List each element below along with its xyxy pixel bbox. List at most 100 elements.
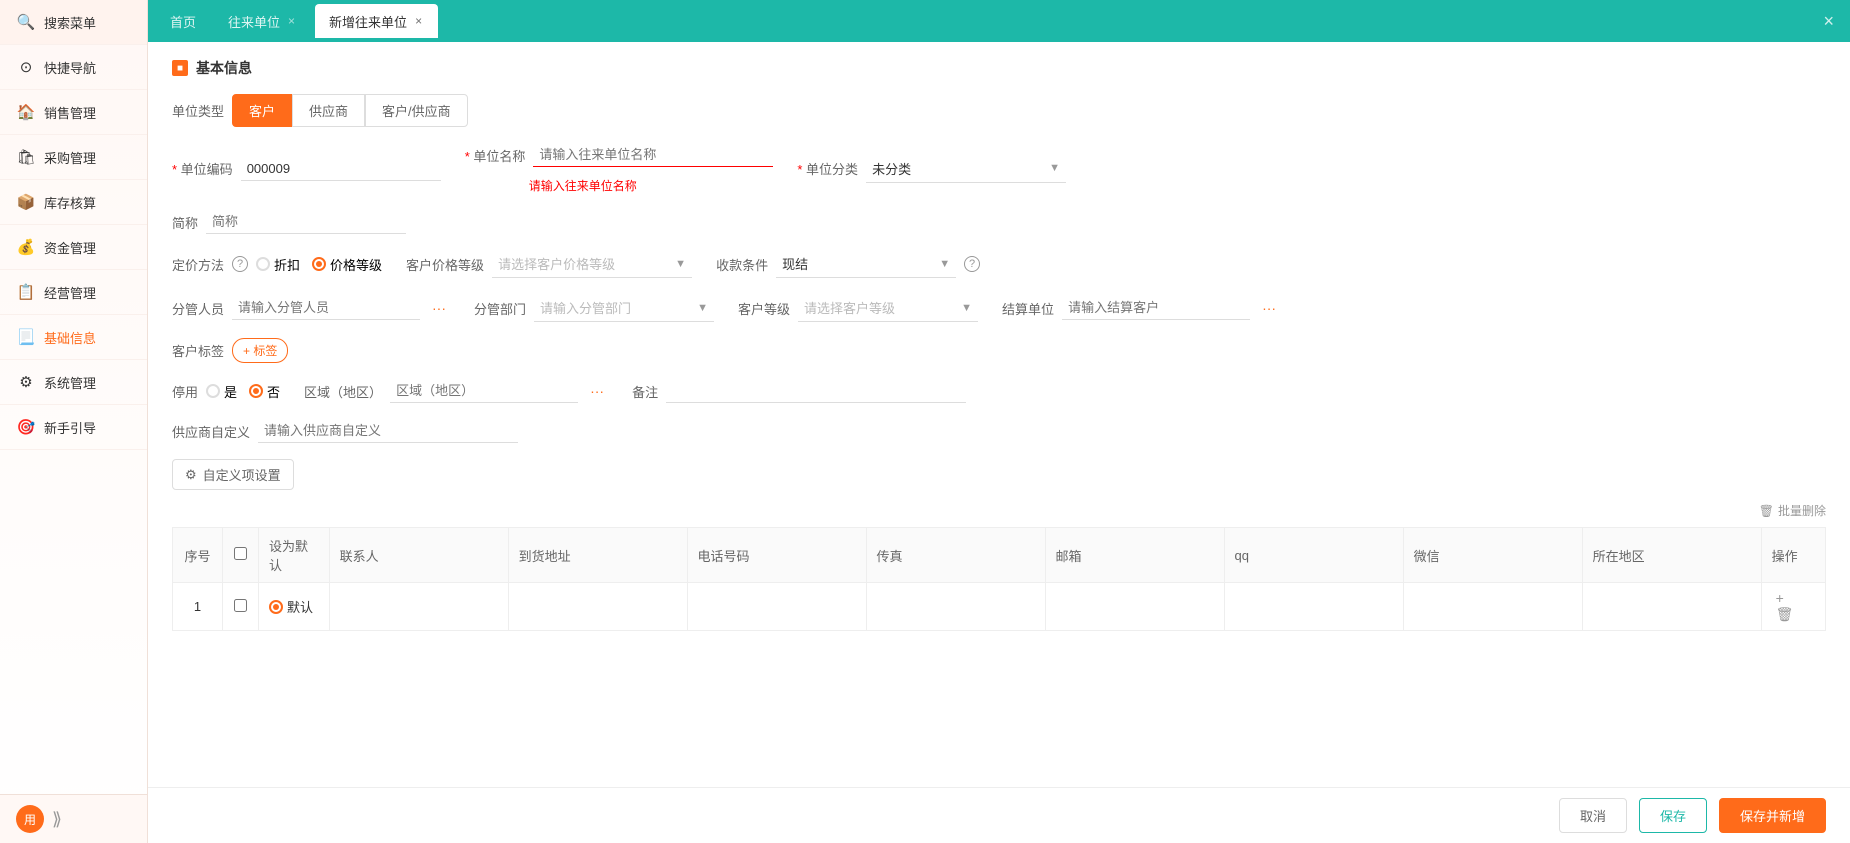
tab-partners[interactable]: 往来单位 × [214, 4, 311, 38]
manager-more-icon[interactable]: ··· [428, 300, 450, 316]
tab-partners-close[interactable]: × [286, 12, 297, 30]
manager-group: 分管人员 ··· [172, 296, 450, 320]
region-more-icon[interactable]: ··· [586, 383, 608, 399]
disabled-no-dot [249, 384, 263, 398]
sidebar-item-operations[interactable]: 📋 经营管理 [0, 270, 147, 315]
custom-settings-button[interactable]: ⚙ 自定义项设置 [172, 459, 294, 490]
disabled-yes-radio[interactable]: 是 [206, 382, 237, 401]
col-default: 设为默认 [259, 528, 330, 583]
region-input[interactable] [390, 379, 578, 403]
sidebar-item-sales[interactable]: 🏠 销售管理 [0, 90, 147, 135]
row-qq[interactable] [1224, 583, 1403, 631]
save-button[interactable]: 保存 [1639, 798, 1707, 833]
unit-type-buttons: 客户 供应商 客户/供应商 [232, 94, 468, 127]
guide-icon: 🎯 [16, 417, 36, 437]
remark-group: 备注 [632, 379, 966, 403]
address-input[interactable] [519, 599, 677, 614]
manager-input[interactable] [232, 296, 420, 320]
wechat-input[interactable] [1414, 599, 1572, 614]
settlement-unit-input[interactable] [1062, 296, 1250, 320]
row-email[interactable] [1045, 583, 1224, 631]
supplier-custom-input[interactable] [258, 419, 518, 443]
chevron-down-icon: ▼ [697, 302, 708, 314]
department-select[interactable]: 请输入分管部门 ▼ [534, 294, 714, 322]
row-address[interactable] [508, 583, 687, 631]
row-wechat[interactable] [1403, 583, 1582, 631]
supplier-custom-group: 供应商自定义 [172, 419, 518, 443]
sidebar-item-guide[interactable]: 🎯 新手引导 [0, 405, 147, 450]
unit-type-both-btn[interactable]: 客户/供应商 [365, 94, 468, 127]
customer-level-label: 客户等级 [738, 299, 790, 318]
gear-icon: ⚙ [185, 467, 197, 483]
row-default-radio[interactable]: 默认 [269, 597, 319, 616]
tab-bar: 首页 往来单位 × 新增往来单位 × × [148, 0, 1850, 42]
sidebar-expand-icon[interactable]: ⟫ [52, 809, 62, 830]
search-icon: 🔍 [16, 12, 36, 32]
tab-new-partner-close[interactable]: × [413, 12, 424, 30]
tab-home[interactable]: 首页 [156, 4, 210, 38]
sidebar-item-quick-nav[interactable]: ⊙ 快捷导航 [0, 45, 147, 90]
remark-input[interactable] [666, 379, 966, 403]
row-phone[interactable] [687, 583, 866, 631]
customer-price-select[interactable]: 请选择客户价格等级 ▼ [492, 250, 692, 278]
col-contact: 联系人 [329, 528, 508, 583]
fax-input[interactable] [877, 599, 1035, 614]
customer-price-label: 客户价格等级 [406, 255, 484, 274]
email-input[interactable] [1056, 599, 1214, 614]
pricing-method-group: 定价方法 ? 折扣 价格等级 [172, 255, 382, 274]
pricing-discount-radio[interactable]: 折扣 [256, 255, 300, 274]
sidebar-item-label: 基础信息 [44, 328, 96, 347]
system-icon: ⚙ [16, 372, 36, 392]
short-name-input[interactable] [206, 210, 406, 234]
operations-icon: 📋 [16, 282, 36, 302]
sidebar-item-search[interactable]: 🔍 搜索菜单 [0, 0, 147, 45]
disabled-no-radio[interactable]: 否 [249, 382, 280, 401]
add-tag-button[interactable]: + 标签 [232, 338, 288, 363]
sidebar-item-inventory[interactable]: 📦 库存核算 [0, 180, 147, 225]
table-row: 1 默认 [173, 583, 1826, 631]
row-default: 默认 [259, 583, 330, 631]
select-all-checkbox[interactable] [234, 547, 247, 560]
window-close-button[interactable]: × [1815, 7, 1842, 36]
sidebar-item-finance[interactable]: 💰 资金管理 [0, 225, 147, 270]
save-new-button[interactable]: 保存并新增 [1719, 798, 1826, 833]
cancel-button[interactable]: 取消 [1559, 798, 1627, 833]
unit-category-select[interactable]: 未分类 ▼ [866, 155, 1066, 183]
disabled-yes-dot [206, 384, 220, 398]
manager-label: 分管人员 [172, 299, 224, 318]
sidebar-item-system[interactable]: ⚙ 系统管理 [0, 360, 147, 405]
unit-code-input[interactable] [241, 157, 441, 181]
row-fax[interactable] [866, 583, 1045, 631]
customer-level-group: 客户等级 请选择客户等级 ▼ [738, 294, 978, 322]
col-seq: 序号 [173, 528, 223, 583]
pricing-discount-dot [256, 257, 270, 271]
sidebar-item-purchase[interactable]: 🛍 采购管理 [0, 135, 147, 180]
batch-delete-button[interactable]: 🗑 批量删除 [1759, 502, 1826, 519]
sidebar-item-basic[interactable]: 📃 基础信息 [0, 315, 147, 360]
department-group: 分管部门 请输入分管部门 ▼ [474, 294, 714, 322]
department-label: 分管部门 [474, 299, 526, 318]
unit-name-error: 请输入往来单位名称 [529, 177, 637, 194]
contact-input[interactable] [340, 599, 498, 614]
region-row-input[interactable] [1593, 599, 1751, 614]
settlement-unit-label: 结算单位 [1002, 299, 1054, 318]
row-contact[interactable] [329, 583, 508, 631]
pricing-level-radio[interactable]: 价格等级 [312, 255, 382, 274]
row-checkbox[interactable] [234, 599, 247, 612]
phone-input[interactable] [698, 599, 856, 614]
add-row-button[interactable]: + [1772, 590, 1788, 606]
delete-icon: 🗑 [1759, 504, 1774, 518]
payment-help-icon[interactable]: ? [964, 256, 980, 272]
tab-new-partner[interactable]: 新增往来单位 × [315, 4, 438, 38]
customer-level-select[interactable]: 请选择客户等级 ▼ [798, 294, 978, 322]
delete-row-button[interactable]: 🗑 [1772, 606, 1798, 622]
settlement-more-icon[interactable]: ··· [1258, 300, 1280, 316]
unit-name-input[interactable] [533, 143, 773, 167]
qq-input[interactable] [1235, 599, 1393, 614]
payment-terms-select[interactable]: 现结 ▼ [776, 250, 956, 278]
pricing-help-icon[interactable]: ? [232, 256, 248, 272]
row-region[interactable] [1582, 583, 1761, 631]
unit-type-customer-btn[interactable]: 客户 [232, 94, 292, 127]
row-seq: 1 [173, 583, 223, 631]
unit-type-supplier-btn[interactable]: 供应商 [292, 94, 365, 127]
